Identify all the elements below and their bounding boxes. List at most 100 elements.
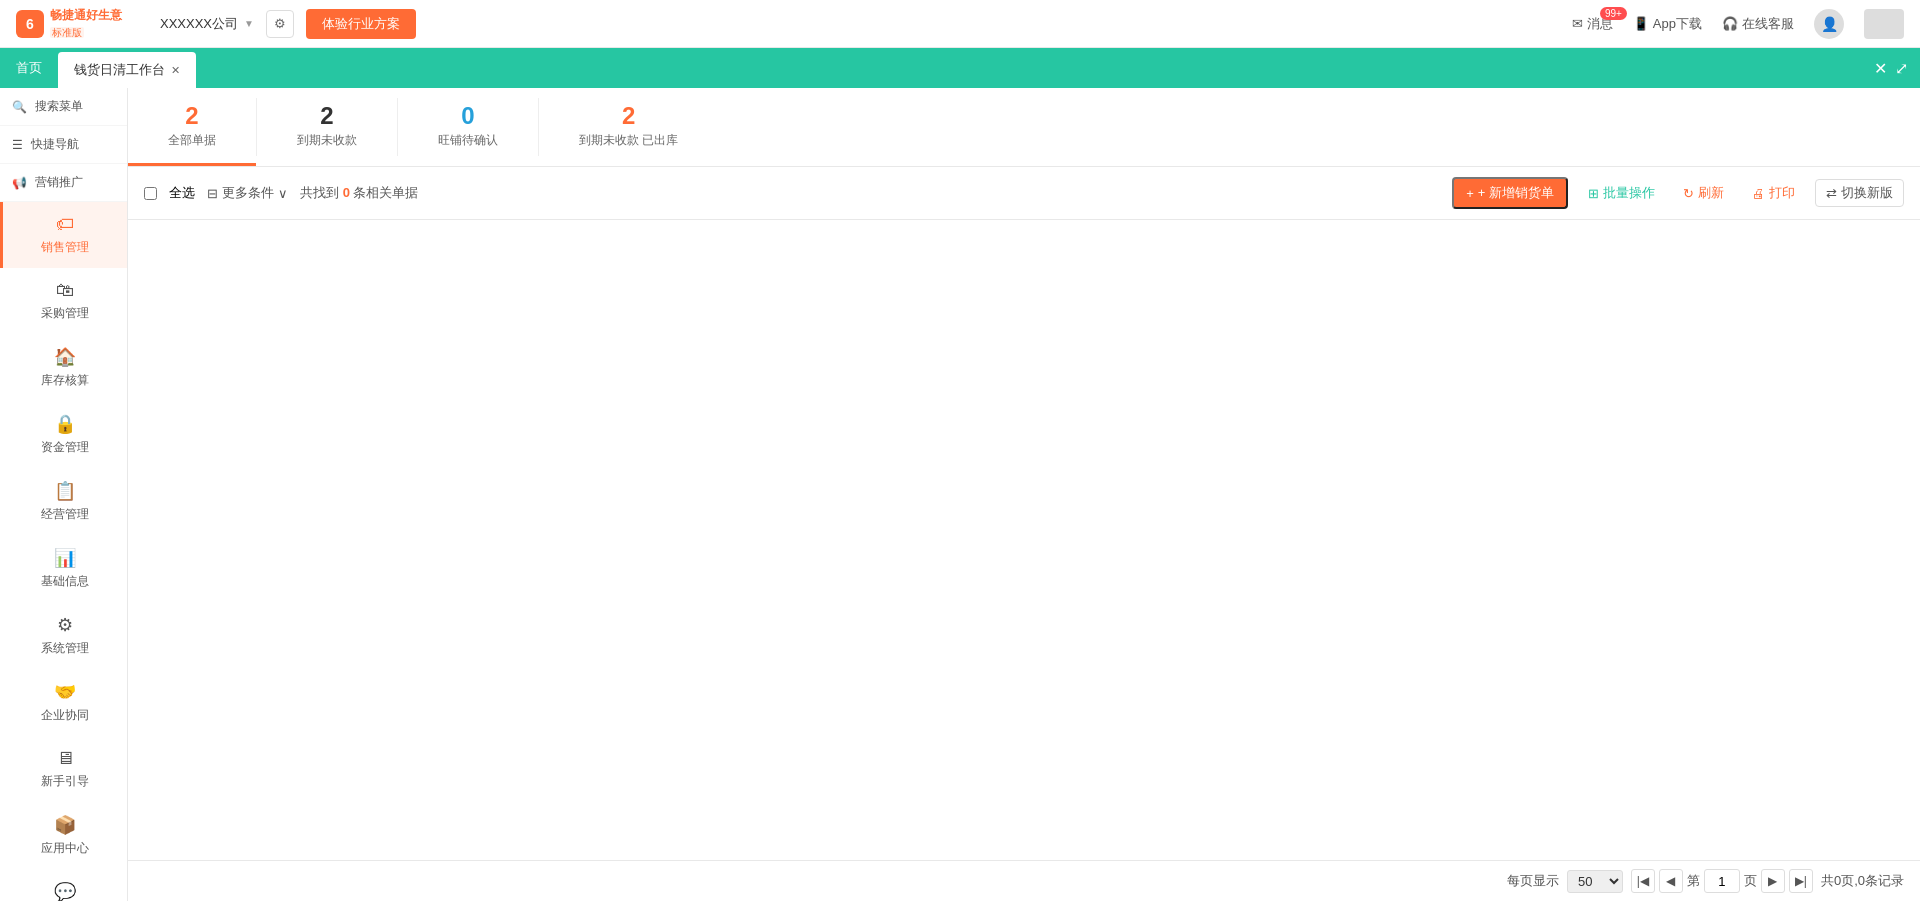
- refresh-label: 刷新: [1698, 184, 1724, 202]
- sidebar-search[interactable]: 🔍 搜索菜单: [0, 88, 127, 126]
- tab-bar: 首页 钱货日清工作台 ✕ ✕ ⤢: [0, 48, 1920, 88]
- app-center-icon: 📦: [54, 814, 76, 836]
- tab-home[interactable]: 首页: [0, 48, 58, 88]
- sidebar-item-purchase-label: 采购管理: [41, 305, 89, 322]
- messages-button[interactable]: ✉ 消息 99+: [1572, 15, 1613, 33]
- logo-area: 6 畅捷通好生意 标准版: [16, 7, 144, 40]
- avatar[interactable]: 👤: [1814, 9, 1844, 39]
- stat-label-pending: 旺铺待确认: [438, 132, 498, 149]
- online-service-button[interactable]: 🎧 在线客服: [1722, 15, 1794, 33]
- sidebar-item-wechat[interactable]: 💬 企业微信: [0, 869, 127, 901]
- messages-badge: 99+: [1600, 7, 1627, 20]
- switch-icon: ⇄: [1826, 186, 1837, 201]
- sidebar-item-operations-label: 经营管理: [41, 506, 89, 523]
- app-download-button[interactable]: 📱 App下载: [1633, 15, 1702, 33]
- sidebar-item-finance[interactable]: 🔒 资金管理: [0, 401, 127, 468]
- settings-button[interactable]: ⚙: [266, 10, 294, 38]
- per-page-label: 每页显示: [1507, 872, 1559, 890]
- quick-nav-icon: ☰: [12, 138, 23, 152]
- filter-label: 更多条件: [222, 184, 274, 202]
- trial-button[interactable]: 体验行业方案: [306, 9, 416, 39]
- main-layout: 🔍 搜索菜单 ☰ 快捷导航 📢 营销推广 🏷 销售管理 🛍 采购管理 🏠 库存核…: [0, 88, 1920, 901]
- first-page-button[interactable]: |◀: [1631, 869, 1655, 893]
- switch-new-version-button[interactable]: ⇄ 切换新版: [1815, 179, 1904, 207]
- user-name-area: [1864, 9, 1904, 39]
- operations-icon: 📋: [54, 480, 76, 502]
- enterprise-icon: 🤝: [54, 681, 76, 703]
- next-page-button[interactable]: ▶: [1761, 869, 1785, 893]
- sidebar-item-operations[interactable]: 📋 经营管理: [0, 468, 127, 535]
- sidebar-item-guide-label: 新手引导: [41, 773, 89, 790]
- company-dropdown-arrow: ▼: [244, 18, 254, 29]
- sidebar-marketing[interactable]: 📢 营销推广: [0, 164, 127, 202]
- guide-icon: 🖥: [56, 748, 74, 769]
- sidebar-item-basic[interactable]: 📊 基础信息: [0, 535, 127, 602]
- sidebar-item-sales-label: 销售管理: [41, 239, 89, 256]
- marketing-label: 营销推广: [35, 174, 83, 191]
- page-navigation: |◀ ◀ 第 页 ▶ ▶|: [1631, 869, 1813, 893]
- company-selector[interactable]: XXXXXX公司 ▼: [160, 15, 254, 33]
- message-icon: ✉: [1572, 16, 1583, 31]
- tab-close-icon[interactable]: ✕: [171, 64, 180, 77]
- select-all-checkbox[interactable]: [144, 187, 157, 200]
- sidebar: 🔍 搜索菜单 ☰ 快捷导航 📢 营销推广 🏷 销售管理 🛍 采购管理 🏠 库存核…: [0, 88, 128, 901]
- refresh-icon: ↻: [1683, 186, 1694, 201]
- sidebar-quick-nav[interactable]: ☰ 快捷导航: [0, 126, 127, 164]
- avatar-icon: 👤: [1821, 16, 1838, 32]
- sidebar-item-system[interactable]: ⚙ 系统管理: [0, 602, 127, 669]
- company-name: XXXXXX公司: [160, 15, 238, 33]
- sidebar-item-app-center[interactable]: 📦 应用中心: [0, 802, 127, 869]
- sidebar-item-sales[interactable]: 🏷 销售管理: [0, 202, 127, 268]
- app-download-label: App下载: [1653, 15, 1702, 33]
- logo-icon: 6: [16, 10, 44, 38]
- sales-icon: 🏷: [56, 214, 74, 235]
- search-menu-label: 搜索菜单: [35, 98, 83, 115]
- tab-expand-icon[interactable]: ⤢: [1895, 59, 1908, 78]
- stat-label-overdue: 到期未收款: [297, 132, 357, 149]
- download-icon: 📱: [1633, 16, 1649, 31]
- filter-button[interactable]: ⊟ 更多条件 ∨: [207, 184, 288, 202]
- system-icon: ⚙: [57, 614, 73, 636]
- print-button[interactable]: 🖨 打印: [1744, 180, 1803, 206]
- last-page-button[interactable]: ▶|: [1789, 869, 1813, 893]
- tab-workbench[interactable]: 钱货日清工作台 ✕: [58, 52, 196, 88]
- stat-label-all: 全部单据: [168, 132, 216, 149]
- stat-tab-overdue-out[interactable]: 2 到期未收款 已出库: [539, 88, 718, 166]
- stat-tab-pending[interactable]: 0 旺铺待确认: [398, 88, 538, 166]
- basic-icon: 📊: [54, 547, 76, 569]
- finance-icon: 🔒: [54, 413, 76, 435]
- tab-close-window-icon[interactable]: ✕: [1874, 59, 1887, 78]
- print-icon: 🖨: [1752, 186, 1765, 201]
- footer-pagination: 每页显示 50 100 200 |◀ ◀ 第 页 ▶ ▶| 共0页,0条记录: [128, 860, 1920, 901]
- refresh-button[interactable]: ↻ 刷新: [1675, 180, 1732, 206]
- sidebar-item-finance-label: 资金管理: [41, 439, 89, 456]
- tab-workbench-label: 钱货日清工作台: [74, 61, 165, 79]
- sidebar-item-enterprise[interactable]: 🤝 企业协同: [0, 669, 127, 736]
- sidebar-item-purchase[interactable]: 🛍 采购管理: [0, 268, 127, 334]
- toolbar: 全选 ⊟ 更多条件 ∨ 共找到 0 条相关单据 + + 新增销货单 ⊞ 批量操作: [128, 167, 1920, 220]
- found-text: 共找到 0 条相关单据: [300, 184, 418, 202]
- stat-count-pending: 0: [461, 102, 474, 130]
- sidebar-item-system-label: 系统管理: [41, 640, 89, 657]
- per-page-select[interactable]: 50 100 200: [1567, 870, 1623, 893]
- total-records: 共0页,0条记录: [1821, 872, 1904, 890]
- sidebar-item-app-center-label: 应用中心: [41, 840, 89, 857]
- filter-arrow: ∨: [278, 186, 288, 201]
- logo-text: 畅捷通好生意 标准版: [50, 7, 122, 40]
- sidebar-item-inventory[interactable]: 🏠 库存核算: [0, 334, 127, 401]
- stat-tab-overdue[interactable]: 2 到期未收款: [257, 88, 397, 166]
- prev-page-button[interactable]: ◀: [1659, 869, 1683, 893]
- page-of-label: 页: [1744, 872, 1757, 890]
- service-icon: 🎧: [1722, 16, 1738, 31]
- batch-operation-button[interactable]: ⊞ 批量操作: [1580, 180, 1663, 206]
- add-icon: +: [1466, 186, 1474, 201]
- sidebar-item-guide[interactable]: 🖥 新手引导: [0, 736, 127, 802]
- found-count: 0: [343, 185, 350, 200]
- sidebar-item-inventory-label: 库存核算: [41, 372, 89, 389]
- stat-tab-all[interactable]: 2 全部单据: [128, 88, 256, 166]
- page-input[interactable]: [1704, 869, 1740, 893]
- add-sales-button[interactable]: + + 新增销货单: [1452, 177, 1568, 209]
- top-right-area: ✉ 消息 99+ 📱 App下载 🎧 在线客服 👤: [1572, 9, 1904, 39]
- settings-icon: ⚙: [274, 16, 286, 31]
- top-bar: 6 畅捷通好生意 标准版 XXXXXX公司 ▼ ⚙ 体验行业方案 ✉ 消息 99…: [0, 0, 1920, 48]
